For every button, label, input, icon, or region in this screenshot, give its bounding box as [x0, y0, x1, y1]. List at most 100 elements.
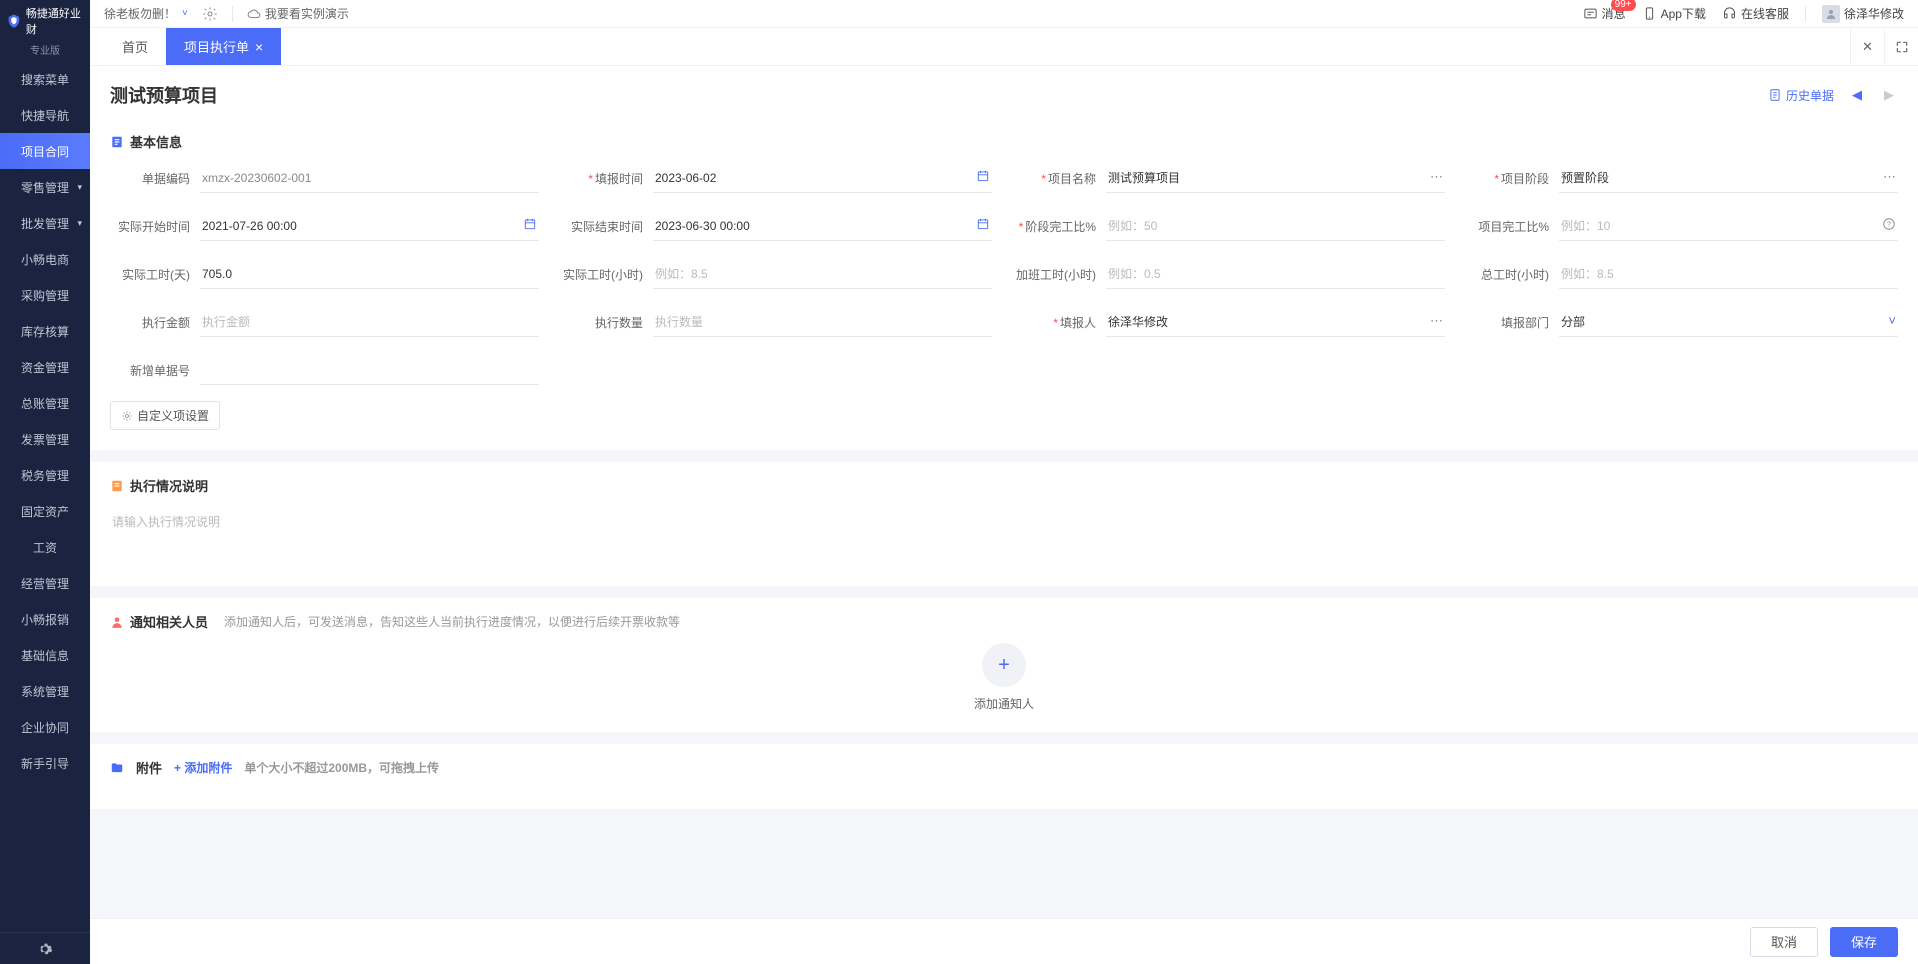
caret-down-icon: ▾	[77, 182, 82, 193]
sidebar-item-12[interactable]: 固定资产	[0, 493, 90, 529]
sidebar-item-label: 搜索菜单	[21, 71, 69, 88]
basic-info-card: 基本信息 单据编码 *填报时间 *项目名称	[90, 118, 1918, 450]
sidebar-item-9[interactable]: 总账管理	[0, 385, 90, 421]
sidebar-item-label: 企业协同	[21, 719, 69, 736]
footer: 取消 保存	[90, 918, 1918, 964]
status-textarea[interactable]	[110, 507, 1898, 563]
sidebar-item-14[interactable]: 经营管理	[0, 565, 90, 601]
next-doc-button[interactable]: ▶	[1880, 85, 1898, 105]
sidebar-item-5[interactable]: 小畅电商	[0, 241, 90, 277]
demo-link[interactable]: 我要看实例演示	[247, 5, 349, 22]
field-exec-qty: 执行数量	[563, 307, 992, 337]
field-project-pct: 项目完工比% ?	[1469, 211, 1898, 241]
cancel-button[interactable]: 取消	[1750, 927, 1818, 957]
custom-fields-button[interactable]: 自定义项设置	[110, 401, 220, 430]
close-icon[interactable]: ×	[255, 40, 263, 54]
field-actual-start: 实际开始时间	[110, 211, 539, 241]
field-filler: *填报人 ⋯	[1016, 307, 1445, 337]
sidebar-item-1[interactable]: 快捷导航	[0, 97, 90, 133]
field-exec-amount: 执行金额	[110, 307, 539, 337]
project-pct-input[interactable]	[1559, 211, 1898, 241]
tenant-name: 徐老板勿删！	[104, 5, 176, 22]
save-button[interactable]: 保存	[1830, 927, 1898, 957]
sidebar-item-7[interactable]: 库存核算	[0, 313, 90, 349]
sidebar-item-4[interactable]: 批发管理▾	[0, 205, 90, 241]
stage-pct-input[interactable]	[1106, 211, 1445, 241]
actual-end-input[interactable]	[653, 211, 992, 241]
filler-input[interactable]	[1106, 307, 1445, 337]
field-stage-pct: *阶段完工比%	[1016, 211, 1445, 241]
tab-home[interactable]: 首页	[104, 28, 166, 65]
project-stage-input[interactable]	[1559, 163, 1898, 193]
exec-amount-input[interactable]	[200, 307, 539, 337]
sidebar-item-19[interactable]: 新手引导	[0, 745, 90, 781]
sidebar-item-13[interactable]: 工资	[0, 529, 90, 565]
sidebar-item-label: 固定资产	[21, 503, 69, 520]
sidebar-settings[interactable]	[0, 932, 90, 964]
exec-qty-input[interactable]	[653, 307, 992, 337]
more-icon[interactable]: ⋯	[1883, 169, 1896, 185]
people-icon	[110, 615, 124, 629]
user-menu[interactable]: 徐泽华修改	[1822, 5, 1904, 23]
sidebar-item-label: 零售管理	[21, 179, 69, 196]
sidebar-item-6[interactable]: 采购管理	[0, 277, 90, 313]
cloud-icon	[247, 7, 261, 21]
sidebar-item-18[interactable]: 企业协同	[0, 709, 90, 745]
add-person-button[interactable]: +	[982, 643, 1026, 687]
field-doc-code: 单据编码	[110, 163, 539, 193]
add-person-label: 添加通知人	[974, 695, 1034, 712]
folder-icon	[110, 761, 124, 775]
sidebar-item-label: 系统管理	[21, 683, 69, 700]
help-icon[interactable]: ?	[1882, 217, 1896, 234]
tabs-expand-button[interactable]	[1884, 28, 1918, 65]
chevron-down-icon[interactable]: ˅	[1888, 313, 1896, 328]
content: 测试预算项目 历史单据 ◀ ▶ 基本信息 单据编码	[90, 66, 1918, 964]
field-new-doc-no: 新增单据号	[110, 355, 539, 385]
topbar-right: 消息 99+ App下载 在线客服 徐泽华修改	[1583, 5, 1904, 23]
sidebar-item-label: 资金管理	[21, 359, 69, 376]
app-download-link[interactable]: App下载	[1642, 5, 1706, 22]
page-header: 测试预算项目 历史单据 ◀ ▶	[90, 66, 1918, 118]
sidebar-item-10[interactable]: 发票管理	[0, 421, 90, 457]
project-name-input[interactable]	[1106, 163, 1445, 193]
doc-code-input[interactable]	[200, 163, 539, 193]
tabs-close-button[interactable]: ✕	[1850, 28, 1884, 65]
sidebar-item-2[interactable]: 项目合同	[0, 133, 90, 169]
fill-dept-input[interactable]	[1559, 307, 1898, 337]
tenant-selector[interactable]: 徐老板勿删！ ˅	[104, 5, 188, 22]
phone-icon	[1642, 6, 1657, 21]
settings-icon[interactable]	[202, 6, 218, 22]
actual-hours-input[interactable]	[653, 259, 992, 289]
field-actual-hours: 实际工时(小时)	[563, 259, 992, 289]
actual-days-input[interactable]	[200, 259, 539, 289]
online-service-link[interactable]: 在线客服	[1722, 5, 1789, 22]
total-hours-input[interactable]	[1559, 259, 1898, 289]
tab-project-execution[interactable]: 项目执行单 ×	[166, 28, 281, 65]
new-doc-no-input[interactable]	[200, 355, 539, 385]
sidebar-item-0[interactable]: 搜索菜单	[0, 61, 90, 97]
field-ot-hours: 加班工时(小时)	[1016, 259, 1445, 289]
caret-down-icon: ▾	[77, 218, 82, 229]
ot-hours-input[interactable]	[1106, 259, 1445, 289]
calendar-icon[interactable]	[523, 217, 537, 234]
username: 徐泽华修改	[1844, 5, 1904, 22]
more-icon[interactable]: ⋯	[1430, 313, 1443, 329]
sidebar-item-8[interactable]: 资金管理	[0, 349, 90, 385]
calendar-icon[interactable]	[976, 217, 990, 234]
actual-start-input[interactable]	[200, 211, 539, 241]
history-link[interactable]: 历史单据	[1768, 87, 1834, 104]
sidebar-item-11[interactable]: 税务管理	[0, 457, 90, 493]
sidebar-item-17[interactable]: 系统管理	[0, 673, 90, 709]
sidebar-item-3[interactable]: 零售管理 ▾	[0, 169, 90, 205]
fill-date-input[interactable]	[653, 163, 992, 193]
prev-doc-button[interactable]: ◀	[1848, 85, 1866, 105]
sidebar-item-15[interactable]: 小畅报销	[0, 601, 90, 637]
messages-link[interactable]: 消息 99+	[1583, 5, 1626, 22]
more-icon[interactable]: ⋯	[1430, 169, 1443, 185]
chevron-down-icon: ˅	[182, 8, 188, 19]
sidebar-item-16[interactable]: 基础信息	[0, 637, 90, 673]
calendar-icon[interactable]	[976, 169, 990, 186]
separator	[1805, 6, 1806, 22]
field-total-hours: 总工时(小时)	[1469, 259, 1898, 289]
add-attachment-link[interactable]: + 添加附件	[174, 759, 232, 776]
